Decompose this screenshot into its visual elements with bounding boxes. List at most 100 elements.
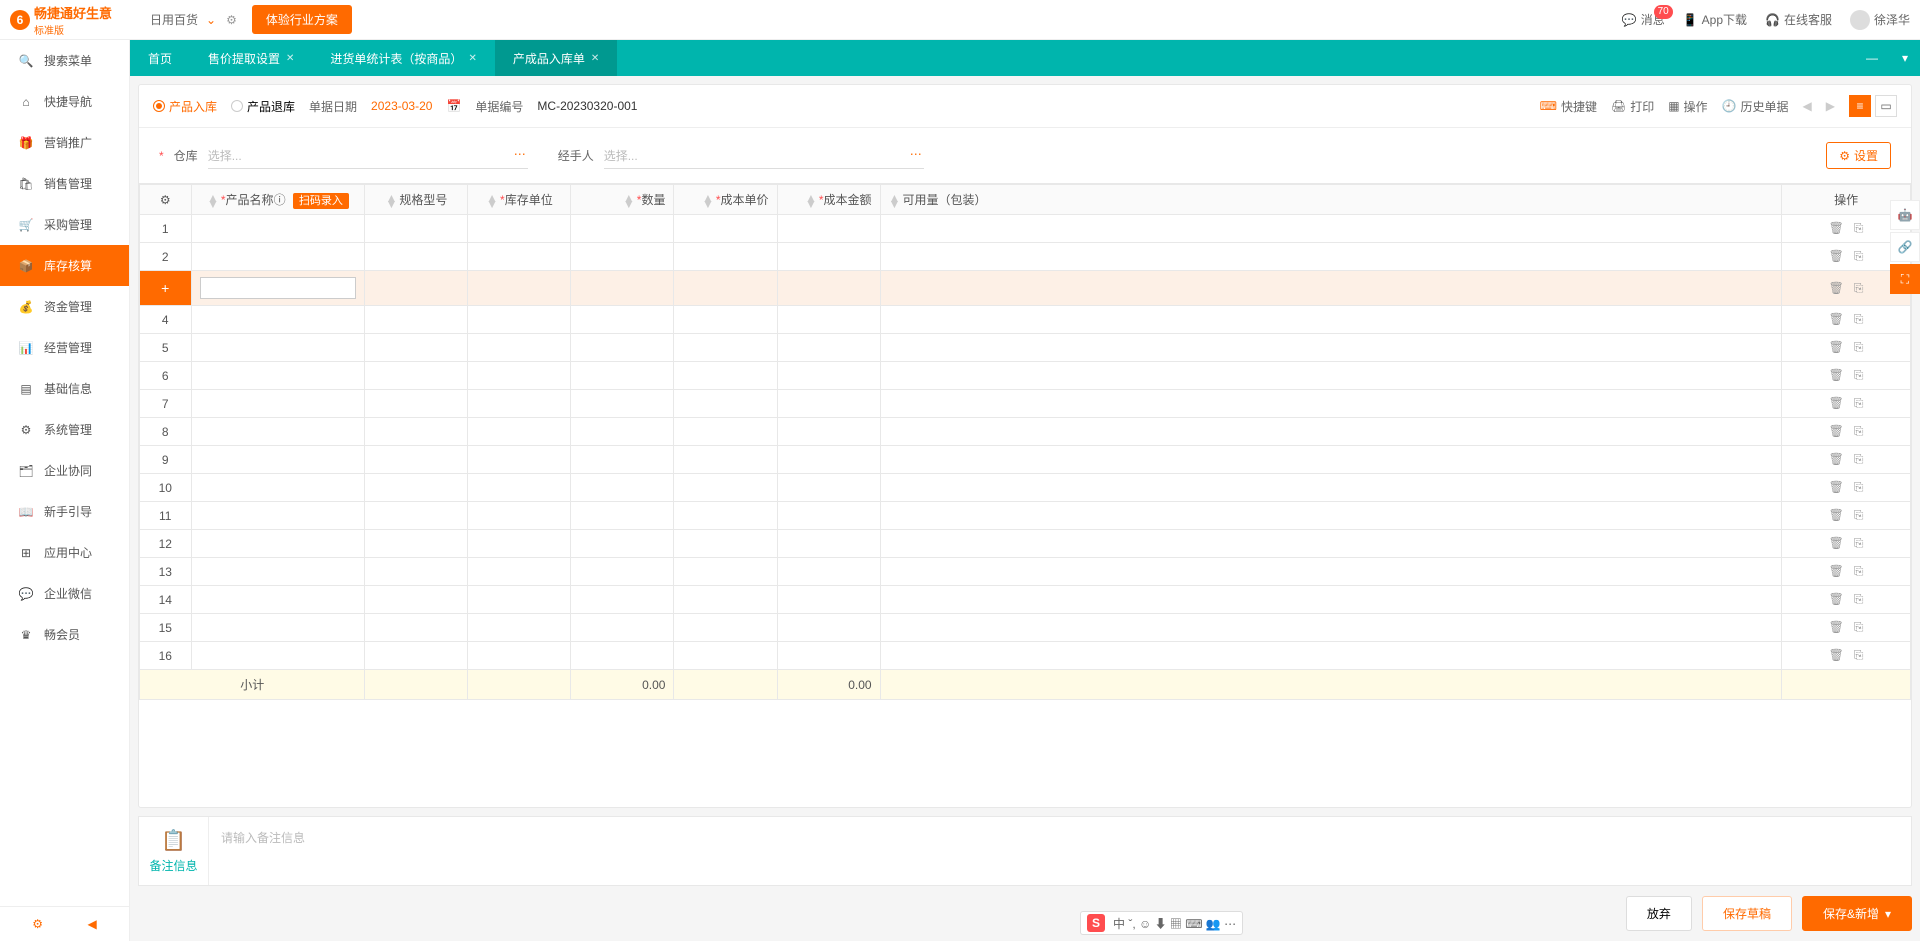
collapse-icon[interactable]: ◀ xyxy=(88,917,97,931)
dock-robot[interactable]: 🤖 xyxy=(1890,200,1920,230)
delete-icon[interactable]: 🗑 xyxy=(1829,249,1844,264)
sidebar-item-12[interactable]: ⊞应用中心 xyxy=(0,532,129,573)
copy-icon[interactable]: ⎘ xyxy=(1854,508,1864,523)
close-icon[interactable]: ✕ xyxy=(591,53,599,64)
table-row[interactable]: 13🗑⎘ xyxy=(140,558,1911,586)
view-card[interactable]: ▭ xyxy=(1875,95,1897,117)
tab-2[interactable]: 进货单统计表（按商品）✕ xyxy=(312,40,494,76)
th-spec[interactable]: ▲▼规格型号 xyxy=(365,185,468,215)
copy-icon[interactable]: ⎘ xyxy=(1854,592,1864,607)
table-row[interactable]: 16🗑⎘ xyxy=(140,642,1911,670)
table-row[interactable]: 11🗑⎘ xyxy=(140,502,1911,530)
sidebar-item-9[interactable]: ⚙系统管理 xyxy=(0,409,129,450)
copy-icon[interactable]: ⎘ xyxy=(1854,368,1864,383)
table-row[interactable]: 5🗑⎘ xyxy=(140,334,1911,362)
tab-minimize[interactable]: — xyxy=(1854,40,1890,76)
copy-icon[interactable]: ⎘ xyxy=(1854,536,1864,551)
tab-1[interactable]: 售价提取设置✕ xyxy=(190,40,312,76)
name-input[interactable] xyxy=(200,277,357,299)
add-row-icon[interactable]: + xyxy=(156,279,174,297)
delete-icon[interactable]: 🗑 xyxy=(1829,508,1844,523)
table-row[interactable]: 7🗑⎘ xyxy=(140,390,1911,418)
copy-icon[interactable]: ⎘ xyxy=(1854,648,1864,663)
print-button[interactable]: 🖨打印 xyxy=(1611,98,1654,115)
th-amount[interactable]: ▲▼*成本金额 xyxy=(777,185,880,215)
copy-icon[interactable]: ⎘ xyxy=(1854,312,1864,327)
draft-button[interactable]: 保存草稿 xyxy=(1702,896,1792,931)
tab-menu[interactable]: ▾ xyxy=(1890,40,1920,76)
message-button[interactable]: 💬 消息 70 xyxy=(1622,11,1665,28)
save-button[interactable]: 保存&新增▾ xyxy=(1802,896,1912,931)
table-row[interactable]: 15🗑⎘ xyxy=(140,614,1911,642)
tab-3[interactable]: 产成品入库单✕ xyxy=(495,40,617,76)
discard-button[interactable]: 放弃 xyxy=(1626,896,1692,931)
th-gear[interactable]: ⚙ xyxy=(140,185,192,215)
delete-icon[interactable]: 🗑 xyxy=(1829,452,1844,467)
user-menu[interactable]: 徐泽华 xyxy=(1850,10,1910,30)
copy-icon[interactable]: ⎘ xyxy=(1854,249,1864,264)
sidebar-item-6[interactable]: 💰资金管理 xyxy=(0,286,129,327)
table-row[interactable]: 9🗑⎘ xyxy=(140,446,1911,474)
table-row[interactable]: + 🗑 ⎘ xyxy=(140,271,1911,306)
table-row[interactable]: 10🗑⎘ xyxy=(140,474,1911,502)
warehouse-select[interactable]: 选择... ⋯ xyxy=(208,143,528,169)
delete-icon[interactable]: 🗑 xyxy=(1829,340,1844,355)
operate-button[interactable]: ▦操作 xyxy=(1668,98,1707,115)
table-row[interactable]: 12🗑⎘ xyxy=(140,530,1911,558)
copy-icon[interactable]: ⎘ xyxy=(1854,480,1864,495)
delete-icon[interactable]: 🗑 xyxy=(1829,648,1844,663)
radio-product-out[interactable]: 产品退库 xyxy=(231,98,295,115)
copy-icon[interactable]: ⎘ xyxy=(1854,281,1864,296)
th-qty[interactable]: ▲▼*数量 xyxy=(571,185,674,215)
sidebar-item-7[interactable]: 📊经营管理 xyxy=(0,327,129,368)
sidebar-item-13[interactable]: 💬企业微信 xyxy=(0,573,129,614)
settings-button[interactable]: ⚙设置 xyxy=(1826,142,1891,169)
tab-0[interactable]: 首页 xyxy=(130,40,190,76)
shortcut-button[interactable]: ⌨快捷键 xyxy=(1540,98,1597,115)
delete-icon[interactable]: 🗑 xyxy=(1829,396,1844,411)
sidebar-item-0[interactable]: 🔍搜索菜单 xyxy=(0,40,129,81)
ime-bar[interactable]: S 中 ˇ, ☺ ⬇ ▦ ⌨ 👥 ⋯ xyxy=(1080,911,1243,935)
service-button[interactable]: 🎧 在线客服 xyxy=(1765,11,1832,28)
table-row[interactable]: 14🗑⎘ xyxy=(140,586,1911,614)
download-button[interactable]: 📱 App下载 xyxy=(1683,11,1747,28)
delete-icon[interactable]: 🗑 xyxy=(1829,312,1844,327)
date-value[interactable]: 2023-03-20 xyxy=(371,99,432,113)
sidebar-item-1[interactable]: ⌂快捷导航 xyxy=(0,81,129,122)
table-row[interactable]: 1🗑⎘ xyxy=(140,215,1911,243)
copy-icon[interactable]: ⎘ xyxy=(1854,564,1864,579)
delete-icon[interactable]: 🗑 xyxy=(1829,221,1844,236)
delete-icon[interactable]: 🗑 xyxy=(1829,620,1844,635)
experience-button[interactable]: 体验行业方案 xyxy=(252,5,352,34)
dock-link[interactable]: 🔗 xyxy=(1890,232,1920,262)
copy-icon[interactable]: ⎘ xyxy=(1854,221,1864,236)
copy-icon[interactable]: ⎘ xyxy=(1854,452,1864,467)
dock-expand[interactable]: ⛶ xyxy=(1890,264,1920,294)
close-icon[interactable]: ✕ xyxy=(468,53,476,64)
sidebar-item-14[interactable]: ♛畅会员 xyxy=(0,614,129,655)
scan-badge[interactable]: 扫码录入 xyxy=(293,193,349,209)
radio-product-in[interactable]: 产品入库 xyxy=(153,98,217,115)
sidebar-item-5[interactable]: 📦库存核算 xyxy=(0,245,129,286)
delete-icon[interactable]: 🗑 xyxy=(1829,536,1844,551)
th-name[interactable]: ▲▼*产品名称ⓘ 扫码录入 xyxy=(191,185,365,215)
copy-icon[interactable]: ⎘ xyxy=(1854,340,1864,355)
sidebar-item-4[interactable]: 🛒采购管理 xyxy=(0,204,129,245)
sidebar-item-3[interactable]: 🛍销售管理 xyxy=(0,163,129,204)
prev-icon[interactable]: ◀ xyxy=(1803,99,1812,113)
delete-icon[interactable]: 🗑 xyxy=(1829,281,1844,296)
sidebar-item-11[interactable]: 📖新手引导 xyxy=(0,491,129,532)
th-price[interactable]: ▲▼*成本单价 xyxy=(674,185,777,215)
sidebar-item-10[interactable]: 🗂企业协同 xyxy=(0,450,129,491)
delete-icon[interactable]: 🗑 xyxy=(1829,592,1844,607)
table-row[interactable]: 2🗑⎘ xyxy=(140,243,1911,271)
sidebar-item-2[interactable]: 🎁营销推广 xyxy=(0,122,129,163)
delete-icon[interactable]: 🗑 xyxy=(1829,368,1844,383)
close-icon[interactable]: ✕ xyxy=(286,53,294,64)
delete-icon[interactable]: 🗑 xyxy=(1829,480,1844,495)
sidebar-item-8[interactable]: ▤基础信息 xyxy=(0,368,129,409)
copy-icon[interactable]: ⎘ xyxy=(1854,620,1864,635)
view-list[interactable]: ≡ xyxy=(1849,95,1871,117)
calendar-icon[interactable]: 📅 xyxy=(446,99,461,113)
copy-icon[interactable]: ⎘ xyxy=(1854,424,1864,439)
